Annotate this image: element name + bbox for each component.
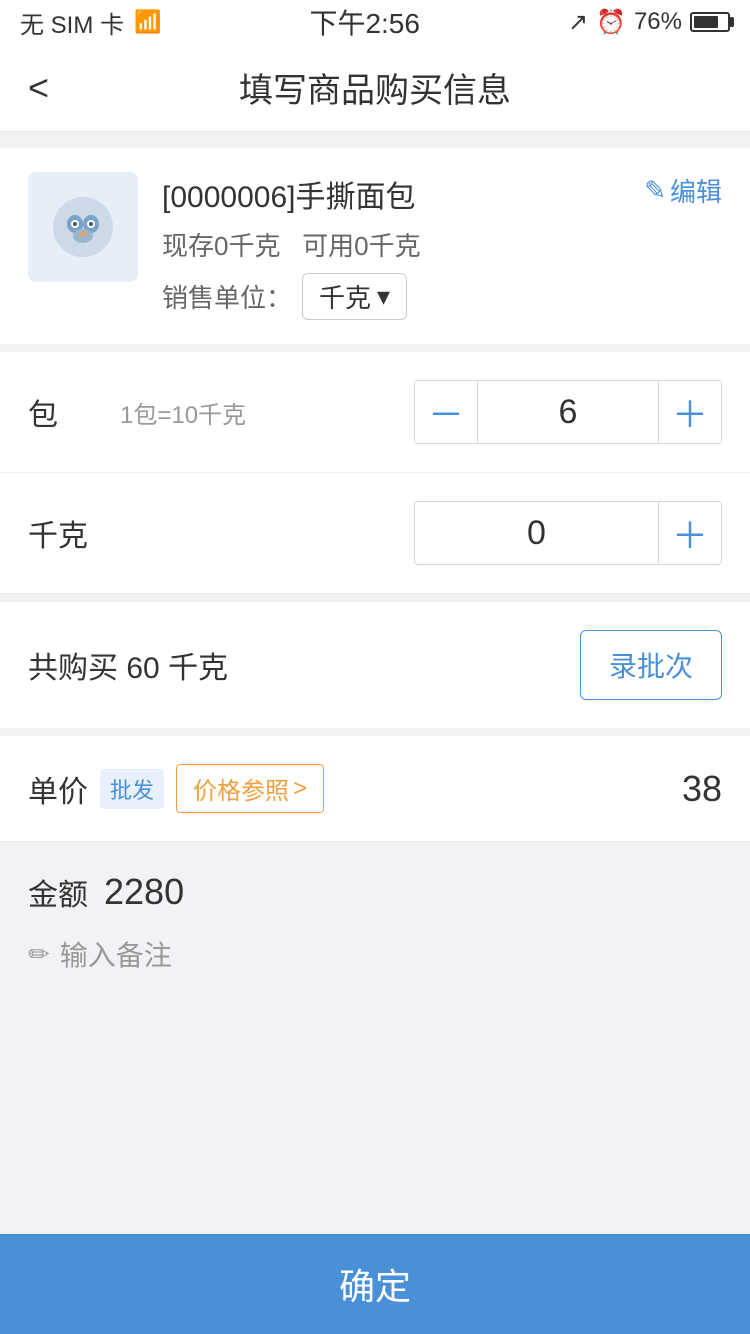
chevron-right-icon: > xyxy=(293,775,307,803)
pencil-icon: ✏ xyxy=(28,939,50,970)
wifi-icon: 📶 xyxy=(134,9,161,35)
price-ref-button[interactable]: 价格参照 > xyxy=(176,764,324,813)
product-unit-row: 销售单位： 千克 ▾ xyxy=(162,273,722,320)
amount-value: 2280 xyxy=(104,871,184,913)
product-card: [0000006]手撕面包 ✎ 编辑 现存0千克 可用0千克 销售单位： 千克 … xyxy=(0,148,750,352)
product-logo xyxy=(48,192,118,262)
status-right: ↗ ⏰ 76% xyxy=(568,8,730,37)
amount-row: 金额 2280 xyxy=(28,870,722,914)
nav-bar: < 填写商品购买信息 xyxy=(0,44,750,132)
kg-label: 千克 xyxy=(28,511,108,555)
battery-icon xyxy=(690,12,730,32)
kg-qty-controls: 0 ＋ xyxy=(414,501,722,565)
bag-label: 包 xyxy=(28,390,108,434)
bag-increment-button[interactable]: ＋ xyxy=(658,380,722,444)
confirm-button-label: 确定 xyxy=(339,1258,411,1310)
quantity-section: 包 1包=10千克 － 6 ＋ 千克 0 ＋ xyxy=(0,352,750,594)
bag-qty-row: 包 1包=10千克 － 6 ＋ xyxy=(0,352,750,473)
price-left: 单价 批发 价格参照 > xyxy=(28,764,324,813)
status-time: 下午2:56 xyxy=(309,2,420,42)
amount-section: 金额 2280 ✏ 输入备注 xyxy=(0,842,750,994)
chevron-down-icon: ▾ xyxy=(377,281,390,312)
note-placeholder: 输入备注 xyxy=(60,934,172,974)
batch-button[interactable]: 录批次 xyxy=(580,630,722,700)
bag-sublabel: 1包=10千克 xyxy=(120,395,414,430)
kg-increment-button[interactable]: ＋ xyxy=(658,501,722,565)
bag-decrement-button[interactable]: － xyxy=(414,380,478,444)
product-stock: 现存0千克 可用0千克 xyxy=(162,226,722,263)
product-image xyxy=(28,172,138,282)
battery-percent: 76% xyxy=(634,8,682,36)
bag-qty-controls: － 6 ＋ xyxy=(414,380,722,444)
product-name: [0000006]手撕面包 xyxy=(162,172,415,216)
edit-button[interactable]: ✎ 编辑 xyxy=(644,172,722,209)
batch-tag: 批发 xyxy=(100,769,164,809)
location-icon: ↗ xyxy=(568,8,588,37)
page-title: 填写商品购买信息 xyxy=(239,63,511,112)
price-value: 38 xyxy=(682,768,722,810)
confirm-bar[interactable]: 确定 xyxy=(0,1234,750,1334)
price-section: 单价 批发 价格参照 > 38 xyxy=(0,736,750,842)
alarm-icon: ⏰ xyxy=(596,8,626,37)
carrier-label: 无 SIM 卡 xyxy=(20,5,124,40)
kg-qty-input[interactable]: 0 xyxy=(414,501,658,565)
total-text: 共购买 60 千克 xyxy=(28,643,228,687)
product-info: [0000006]手撕面包 ✎ 编辑 现存0千克 可用0千克 销售单位： 千克 … xyxy=(162,172,722,320)
total-row: 共购买 60 千克 录批次 xyxy=(0,594,750,728)
amount-label: 金额 xyxy=(28,870,88,914)
price-row: 单价 批发 价格参照 > 38 xyxy=(28,764,722,813)
status-left: 无 SIM 卡 📶 xyxy=(20,5,161,40)
note-row[interactable]: ✏ 输入备注 xyxy=(28,934,722,974)
status-bar: 无 SIM 卡 📶 下午2:56 ↗ ⏰ 76% xyxy=(0,0,750,44)
bag-qty-input[interactable]: 6 xyxy=(478,380,658,444)
price-label: 单价 xyxy=(28,767,88,811)
kg-qty-row: 千克 0 ＋ xyxy=(0,473,750,594)
back-button[interactable]: < xyxy=(28,67,49,109)
unit-select[interactable]: 千克 ▾ xyxy=(302,273,407,320)
edit-icon: ✎ xyxy=(644,175,666,206)
